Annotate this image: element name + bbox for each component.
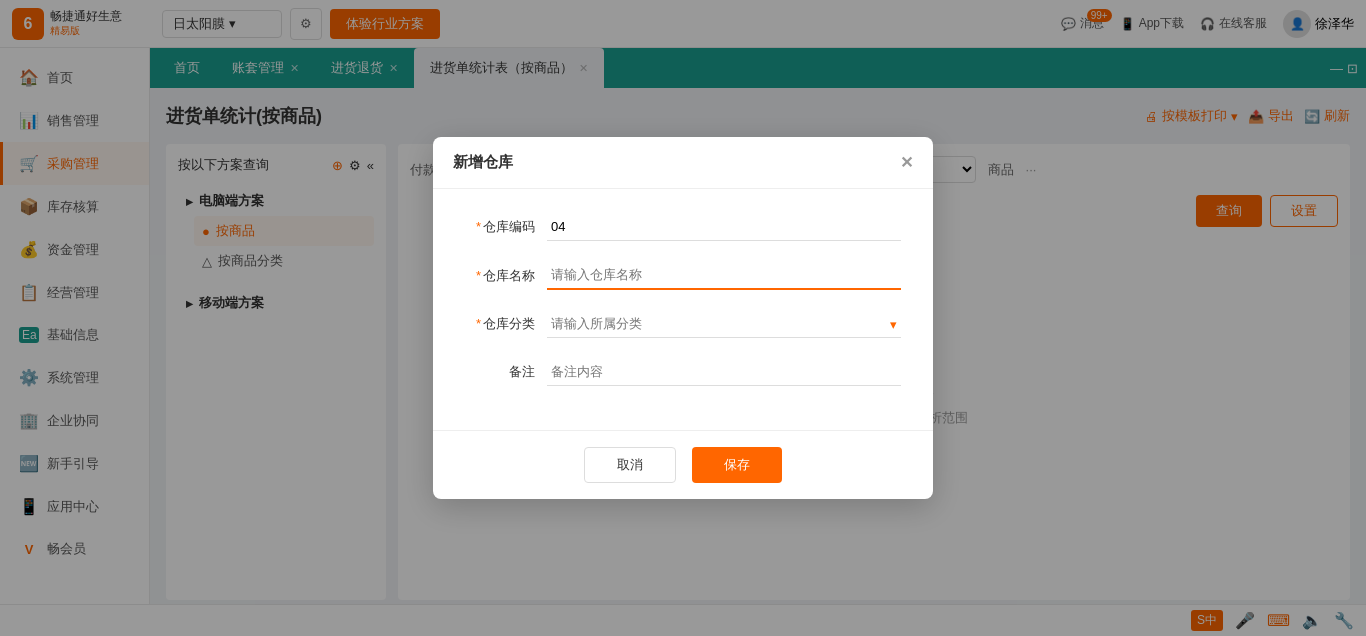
- dialog-footer: 取消 保存: [433, 430, 933, 499]
- save-button[interactable]: 保存: [692, 447, 782, 483]
- dialog-close-button[interactable]: ✕: [900, 153, 913, 172]
- form-row-name: 仓库名称: [465, 261, 901, 290]
- dialog-title: 新增仓库: [453, 153, 513, 172]
- dialog-overlay[interactable]: 新增仓库 ✕ 仓库编码 仓库名称 仓库分类 ▾ 备注: [0, 0, 1366, 636]
- name-label: 仓库名称: [465, 267, 535, 285]
- code-label: 仓库编码: [465, 218, 535, 236]
- form-row-note: 备注: [465, 358, 901, 386]
- cancel-button[interactable]: 取消: [584, 447, 676, 483]
- name-input[interactable]: [547, 261, 901, 290]
- code-input[interactable]: [547, 213, 901, 241]
- form-row-code: 仓库编码: [465, 213, 901, 241]
- note-input[interactable]: [547, 358, 901, 386]
- category-label: 仓库分类: [465, 315, 535, 333]
- category-select-wrap: ▾: [547, 310, 901, 338]
- category-input[interactable]: [547, 310, 901, 338]
- form-row-category: 仓库分类 ▾: [465, 310, 901, 338]
- new-warehouse-dialog: 新增仓库 ✕ 仓库编码 仓库名称 仓库分类 ▾ 备注: [433, 137, 933, 499]
- dialog-body: 仓库编码 仓库名称 仓库分类 ▾ 备注: [433, 189, 933, 430]
- note-label: 备注: [465, 363, 535, 381]
- dialog-header: 新增仓库 ✕: [433, 137, 933, 189]
